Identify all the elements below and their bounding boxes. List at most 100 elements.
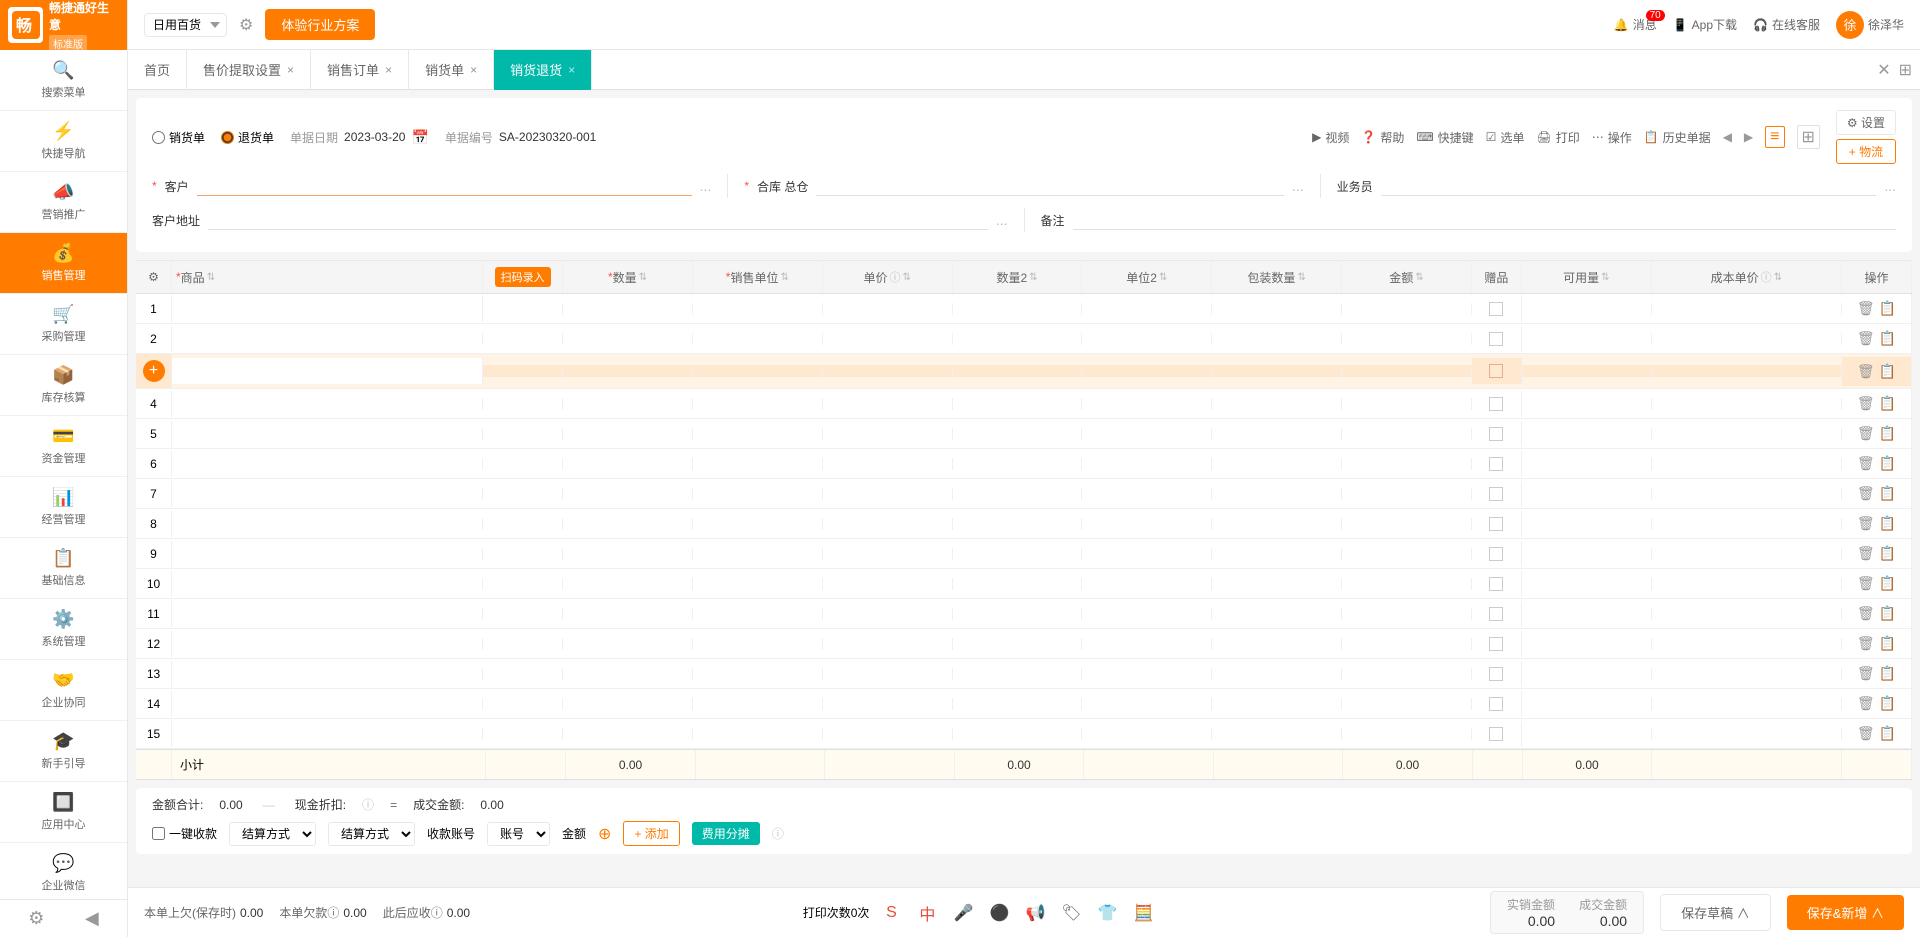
sort-qty2-icon[interactable]: ⇅: [1029, 272, 1037, 283]
expense-info-icon[interactable]: ⓘ: [772, 825, 784, 842]
toolbar-shortcut[interactable]: ⌨ 快捷键: [1416, 129, 1473, 146]
user-profile[interactable]: 徐 徐泽华: [1836, 11, 1904, 39]
footer-icon-speaker[interactable]: 📢: [1021, 899, 1049, 927]
sidebar-item-search[interactable]: 🔍 搜索菜单: [0, 50, 127, 111]
gift-checkbox-5[interactable]: [1489, 427, 1503, 441]
row-copy-12[interactable]: 📋: [1877, 635, 1898, 652]
online-service-item[interactable]: 🎧 在线客服: [1753, 16, 1820, 33]
row-delete-12[interactable]: 🗑: [1855, 635, 1877, 652]
row-delete-4[interactable]: 🗑: [1855, 395, 1877, 412]
tab-sales-order[interactable]: 销售订单 ×: [311, 50, 409, 90]
settle-method-select[interactable]: 结算方式: [229, 822, 316, 846]
sort-amount-icon[interactable]: ⇅: [1415, 272, 1423, 283]
date-picker-btn[interactable]: 📅: [411, 129, 428, 146]
customer-input[interactable]: [197, 177, 692, 196]
row-delete-13[interactable]: 🗑: [1855, 665, 1877, 682]
cash-discount-info-icon[interactable]: ⓘ: [362, 796, 374, 813]
staff-picker-icon[interactable]: ...: [1884, 178, 1896, 194]
tab-close-sales-delivery[interactable]: ×: [470, 63, 477, 77]
tab-sales-delivery[interactable]: 销货单 ×: [409, 50, 494, 90]
staff-input[interactable]: [1381, 177, 1877, 196]
sort-cost-icon[interactable]: ⇅: [1774, 272, 1782, 283]
address-picker-icon[interactable]: ...: [996, 212, 1008, 228]
row-copy-5[interactable]: 📋: [1877, 425, 1898, 442]
sort-qty-icon[interactable]: ⇅: [639, 272, 647, 283]
warehouse-input[interactable]: [816, 177, 1284, 196]
gift-checkbox-13[interactable]: [1489, 667, 1503, 681]
settings-button[interactable]: ⚙ 设置: [1836, 110, 1896, 135]
footer-icon-dot[interactable]: ⚫: [985, 899, 1013, 927]
gift-checkbox-10[interactable]: [1489, 577, 1503, 591]
footer-icon-mic[interactable]: 🎤: [949, 899, 977, 927]
tab-sales-return[interactable]: 销货退货 ×: [494, 50, 592, 90]
sidebar-item-shortcut[interactable]: ⚡ 快捷导航: [0, 111, 127, 172]
row-copy-14[interactable]: 📋: [1877, 695, 1898, 712]
view-table-icon[interactable]: ≡: [1765, 126, 1784, 148]
footer-icon-zhong[interactable]: 中: [913, 899, 941, 927]
warehouse-picker-icon[interactable]: ...: [1292, 178, 1304, 194]
sidebar-item-enterprise[interactable]: 🤝 企业协同: [0, 660, 127, 721]
row-copy-7[interactable]: 📋: [1877, 485, 1898, 502]
radio-sales[interactable]: 销货单: [152, 129, 205, 146]
gift-checkbox-14[interactable]: [1489, 697, 1503, 711]
trial-button[interactable]: 体验行业方案: [265, 9, 375, 40]
sidebar-item-basic[interactable]: 📋 基础信息: [0, 538, 127, 599]
sort-price-icon[interactable]: ⇅: [902, 272, 910, 283]
product-input-3[interactable]: [176, 364, 478, 378]
sort-pack-icon[interactable]: ⇅: [1297, 272, 1305, 283]
row-delete-11[interactable]: 🗑: [1855, 605, 1877, 622]
tab-close-price-setting[interactable]: ×: [287, 63, 294, 77]
expense-split-button[interactable]: 费用分摊: [692, 822, 760, 845]
row-delete-7[interactable]: 🗑: [1855, 485, 1877, 502]
remark-input[interactable]: [1073, 211, 1896, 230]
barcode-scan-button[interactable]: 扫码录入: [495, 267, 551, 287]
row-copy-4[interactable]: 📋: [1877, 395, 1898, 412]
gift-checkbox-6[interactable]: [1489, 457, 1503, 471]
gift-checkbox-8[interactable]: [1489, 517, 1503, 531]
gift-checkbox-4[interactable]: [1489, 397, 1503, 411]
sort-unit2-icon[interactable]: ⇅: [1159, 272, 1167, 283]
sort-unit-icon[interactable]: ⇅: [780, 272, 788, 283]
save-new-button[interactable]: 保存&新增 ∧: [1787, 895, 1904, 930]
sidebar-item-sales[interactable]: 💰 销售管理: [0, 233, 127, 294]
app-download-item[interactable]: 📱 App下载: [1673, 16, 1737, 33]
toolbar-operate[interactable]: ⋯ 操作: [1592, 129, 1632, 146]
row-delete-6[interactable]: 🗑: [1855, 455, 1877, 472]
row-copy-10[interactable]: 📋: [1877, 575, 1898, 592]
footer-icon-pie[interactable]: 🧮: [1129, 899, 1157, 927]
gift-checkbox-7[interactable]: [1489, 487, 1503, 501]
sidebar-item-wechat[interactable]: 💬 企业微信: [0, 843, 127, 899]
sidebar-item-marketing[interactable]: 📣 营销推广: [0, 172, 127, 233]
sidebar-collapse-icon[interactable]: ◀: [85, 908, 99, 929]
history-next-icon[interactable]: ▶: [1744, 130, 1753, 144]
sidebar-settings-icon[interactable]: ⚙: [28, 908, 44, 929]
gift-checkbox-1[interactable]: [1489, 302, 1503, 316]
sidebar-item-purchase[interactable]: 🛒 采购管理: [0, 294, 127, 355]
sort-product-icon[interactable]: ⇅: [207, 272, 215, 283]
row-copy-1[interactable]: 📋: [1877, 300, 1898, 317]
tab-price-setting[interactable]: 售价提取设置 ×: [187, 50, 311, 90]
toolbar-history[interactable]: 📋 历史单据: [1644, 129, 1711, 146]
tab-close-sales-order[interactable]: ×: [385, 63, 392, 77]
gift-checkbox-2[interactable]: [1489, 332, 1503, 346]
toolbar-help[interactable]: ❓ 帮助: [1361, 129, 1404, 146]
row-delete-1[interactable]: 🗑: [1855, 300, 1877, 317]
row-delete-2[interactable]: 🗑: [1855, 330, 1877, 347]
gift-checkbox-12[interactable]: [1489, 637, 1503, 651]
th-gear[interactable]: ⚙: [136, 261, 172, 293]
row-copy-6[interactable]: 📋: [1877, 455, 1898, 472]
category-select[interactable]: 日用百货: [144, 13, 227, 37]
row-delete-5[interactable]: 🗑: [1855, 425, 1877, 442]
row-copy-9[interactable]: 📋: [1877, 545, 1898, 562]
row-delete-8[interactable]: 🗑: [1855, 515, 1877, 532]
row-delete-14[interactable]: 🗑: [1855, 695, 1877, 712]
calc-method-select[interactable]: 结算方式: [328, 822, 415, 846]
row-delete-9[interactable]: 🗑: [1855, 545, 1877, 562]
sidebar-item-newbie[interactable]: 🎓 新手引导: [0, 721, 127, 782]
sidebar-item-system[interactable]: ⚙️ 系统管理: [0, 599, 127, 660]
row-copy-3[interactable]: 📋: [1877, 363, 1898, 380]
row-delete-10[interactable]: 🗑: [1855, 575, 1877, 592]
footer-icon-shirt[interactable]: 👕: [1093, 899, 1121, 927]
add-payment-button[interactable]: + 添加: [623, 821, 679, 846]
footer-icon-tag[interactable]: 🏷: [1057, 899, 1085, 927]
